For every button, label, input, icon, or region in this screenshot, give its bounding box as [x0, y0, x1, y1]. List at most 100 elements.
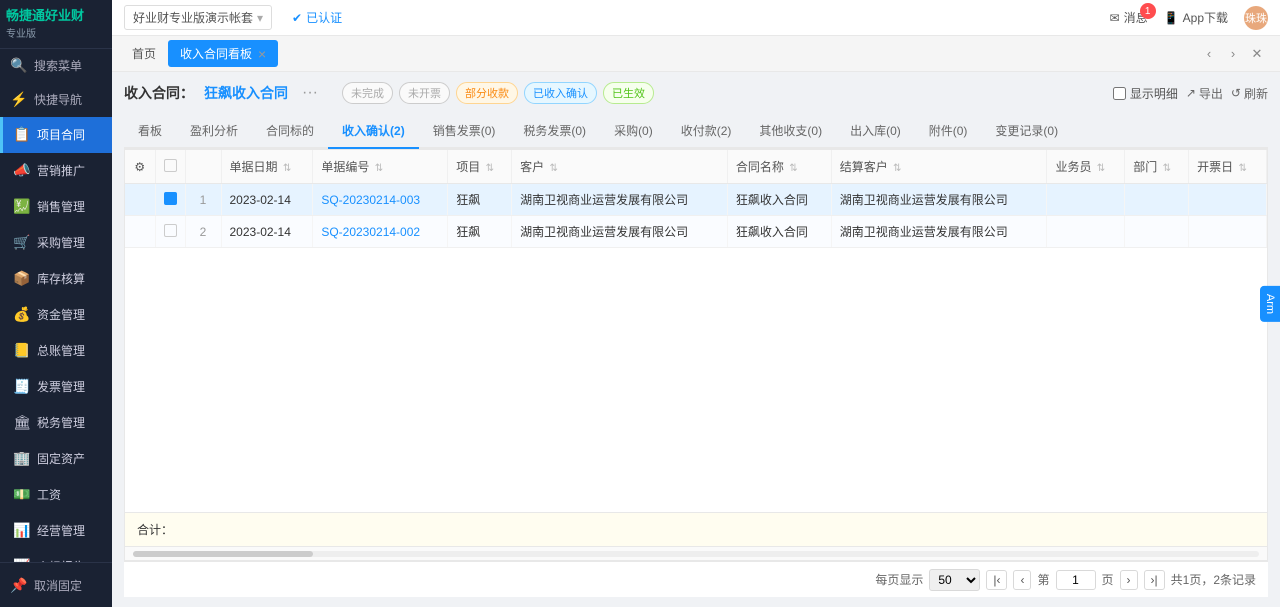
assets-icon: 🏢: [13, 450, 31, 468]
tab-close-btn[interactable]: ×: [258, 46, 266, 62]
row-code-link[interactable]: SQ-20230214-003: [321, 193, 420, 207]
show-detail-input[interactable]: [1113, 87, 1126, 100]
user-avatar-btn[interactable]: 珠珠: [1244, 6, 1268, 30]
sort-dept-icon[interactable]: ⇅: [1163, 163, 1171, 174]
sidebar-item-sales[interactable]: 💹 销售管理: [0, 189, 112, 225]
sort-customer-icon[interactable]: ⇅: [550, 163, 558, 174]
cert-status: ✔ 已认证: [292, 9, 342, 26]
row-code[interactable]: SQ-20230214-002: [313, 216, 448, 248]
tab-payment[interactable]: 收付款(2): [667, 114, 746, 149]
sort-date-icon[interactable]: ⇅: [283, 163, 291, 174]
row-code-link[interactable]: SQ-20230214-002: [321, 225, 420, 239]
col-salesman-header[interactable]: 业务员 ⇅: [1047, 150, 1125, 184]
tab-sales-invoice[interactable]: 销售发票(0): [419, 114, 510, 149]
sidebar-item-tax[interactable]: 🏛 税务管理: [0, 405, 112, 441]
sidebar-item-invoice[interactable]: 🧾 发票管理: [0, 369, 112, 405]
row-checkbox[interactable]: [164, 192, 177, 205]
sort-salesman-icon[interactable]: ⇅: [1097, 163, 1105, 174]
col-customer-header[interactable]: 客户 ⇅: [512, 150, 728, 184]
tab-tax-invoice[interactable]: 税务发票(0): [509, 114, 600, 149]
first-page-btn[interactable]: |‹: [986, 570, 1007, 590]
sidebar-item-label-project: 项目合同: [37, 126, 85, 143]
prev-page-btn[interactable]: ‹: [1013, 570, 1031, 590]
company-selector[interactable]: 好业财专业版演示帐套 ▾: [124, 5, 272, 30]
app-logo: 畅捷通好业财 专业版: [0, 0, 112, 49]
scrollbar-thumb[interactable]: [133, 551, 313, 557]
sidebar-item-ledger[interactable]: 📒 总账管理: [0, 333, 112, 369]
col-settings-header[interactable]: ⚙: [125, 150, 155, 184]
col-project-header[interactable]: 项目 ⇅: [448, 150, 512, 184]
marketing-icon: 📣: [13, 162, 31, 180]
col-dept-header[interactable]: 部门 ⇅: [1125, 150, 1189, 184]
export-btn[interactable]: ↗ 导出: [1186, 85, 1223, 102]
row-checkbox-cell[interactable]: [155, 216, 185, 248]
status-tag-partial[interactable]: 部分收款: [456, 82, 518, 104]
tab-revenue-confirm[interactable]: 收入确认(2): [328, 114, 419, 149]
sort-billdate-icon[interactable]: ⇅: [1238, 163, 1246, 174]
sidebar-item-label-purchase: 采购管理: [37, 234, 85, 251]
tab-attachment[interactable]: 附件(0): [915, 114, 982, 149]
col-contract-header[interactable]: 合同名称 ⇅: [727, 150, 831, 184]
tab-contract-subject[interactable]: 合同标的: [252, 114, 328, 149]
status-tag-incomplete[interactable]: 未完成: [342, 82, 393, 104]
refresh-btn[interactable]: ↺ 刷新: [1231, 85, 1268, 102]
col-billdate-header[interactable]: 开票日 ⇅: [1189, 150, 1267, 184]
col-final-customer-header[interactable]: 结算客户 ⇅: [831, 150, 1047, 184]
more-options-btn[interactable]: ···: [298, 84, 322, 102]
table-row[interactable]: 22023-02-14 SQ-20230214-002 狂飙 湖南卫视商业运营发…: [125, 216, 1267, 248]
table-row[interactable]: 12023-02-14 SQ-20230214-003 狂飙 湖南卫视商业运营发…: [125, 184, 1267, 216]
contract-prefix: 收入合同：: [124, 83, 194, 103]
row-checkbox[interactable]: [164, 224, 177, 237]
sidebar-item-purchase[interactable]: 🛒 采购管理: [0, 225, 112, 261]
show-detail-checkbox[interactable]: 显示明细: [1113, 85, 1178, 102]
sidebar-item-project-contract[interactable]: 📋 项目合同: [0, 117, 112, 153]
sidebar-item-report[interactable]: 📈 小畅报告: [0, 549, 112, 562]
tab-next-btn[interactable]: ›: [1222, 43, 1244, 65]
right-float-btn[interactable]: Arm: [1260, 285, 1280, 321]
tab-contract-board[interactable]: 收入合同看板 ×: [168, 40, 278, 67]
sort-code-icon[interactable]: ⇅: [375, 163, 383, 174]
sort-final-customer-icon[interactable]: ⇅: [893, 163, 901, 174]
tab-kanban[interactable]: 看板: [124, 114, 176, 149]
select-all-checkbox[interactable]: [164, 159, 177, 172]
status-tag-uninvoiced[interactable]: 未开票: [399, 82, 450, 104]
search-icon: 🔍: [10, 57, 28, 75]
settings-gear-icon[interactable]: ⚙: [134, 160, 145, 174]
row-checkbox-cell[interactable]: [155, 184, 185, 216]
sidebar-item-salary[interactable]: 💵 工资: [0, 477, 112, 513]
tab-change-log[interactable]: 变更记录(0): [981, 114, 1072, 149]
sidebar-item-funds[interactable]: 💰 资金管理: [0, 297, 112, 333]
sidebar-item-management[interactable]: 📊 经营管理: [0, 513, 112, 549]
quicknav-icon: ⚡: [10, 91, 28, 109]
sidebar-item-quicknav[interactable]: ⚡ 快捷导航: [0, 83, 112, 117]
tab-profit[interactable]: 盈利分析: [176, 114, 252, 149]
sort-contract-icon[interactable]: ⇅: [789, 163, 797, 174]
col-code-header[interactable]: 单据编号 ⇅: [313, 150, 448, 184]
page-number-input[interactable]: [1056, 570, 1096, 590]
status-tag-effective[interactable]: 已生效: [603, 82, 654, 104]
breadcrumb-home[interactable]: 首页: [124, 41, 164, 66]
sidebar-item-search[interactable]: 🔍 搜索菜单: [0, 49, 112, 83]
sidebar-item-marketing[interactable]: 📣 营销推广: [0, 153, 112, 189]
last-page-btn[interactable]: ›|: [1144, 570, 1165, 590]
message-btn[interactable]: ✉ 1 消息: [1110, 9, 1148, 26]
app-download-btn[interactable]: 📱 App下载: [1164, 9, 1228, 26]
sidebar-item-inventory[interactable]: 📦 库存核算: [0, 261, 112, 297]
funds-icon: 💰: [13, 306, 31, 324]
tab-warehouse[interactable]: 出入库(0): [836, 114, 915, 149]
row-code[interactable]: SQ-20230214-003: [313, 184, 448, 216]
sidebar-item-label-marketing: 营销推广: [37, 162, 85, 179]
sort-project-icon[interactable]: ⇅: [486, 163, 494, 174]
col-date-header[interactable]: 单据日期 ⇅: [221, 150, 313, 184]
sidebar-item-assets[interactable]: 🏢 固定资产: [0, 441, 112, 477]
col-checkbox-header[interactable]: [155, 150, 185, 184]
next-page-btn[interactable]: ›: [1120, 570, 1138, 590]
per-page-select[interactable]: 20 50 100: [929, 569, 980, 591]
sidebar-unpin-btn[interactable]: 📌 取消固定: [0, 569, 112, 601]
col-dept-label: 部门: [1133, 160, 1157, 174]
tab-other[interactable]: 其他收支(0): [745, 114, 836, 149]
tab-prev-btn[interactable]: ‹: [1198, 43, 1220, 65]
tab-close-all-btn[interactable]: ✕: [1246, 43, 1268, 65]
status-tag-confirmed[interactable]: 已收入确认: [524, 82, 597, 104]
tab-purchase[interactable]: 采购(0): [600, 114, 667, 149]
